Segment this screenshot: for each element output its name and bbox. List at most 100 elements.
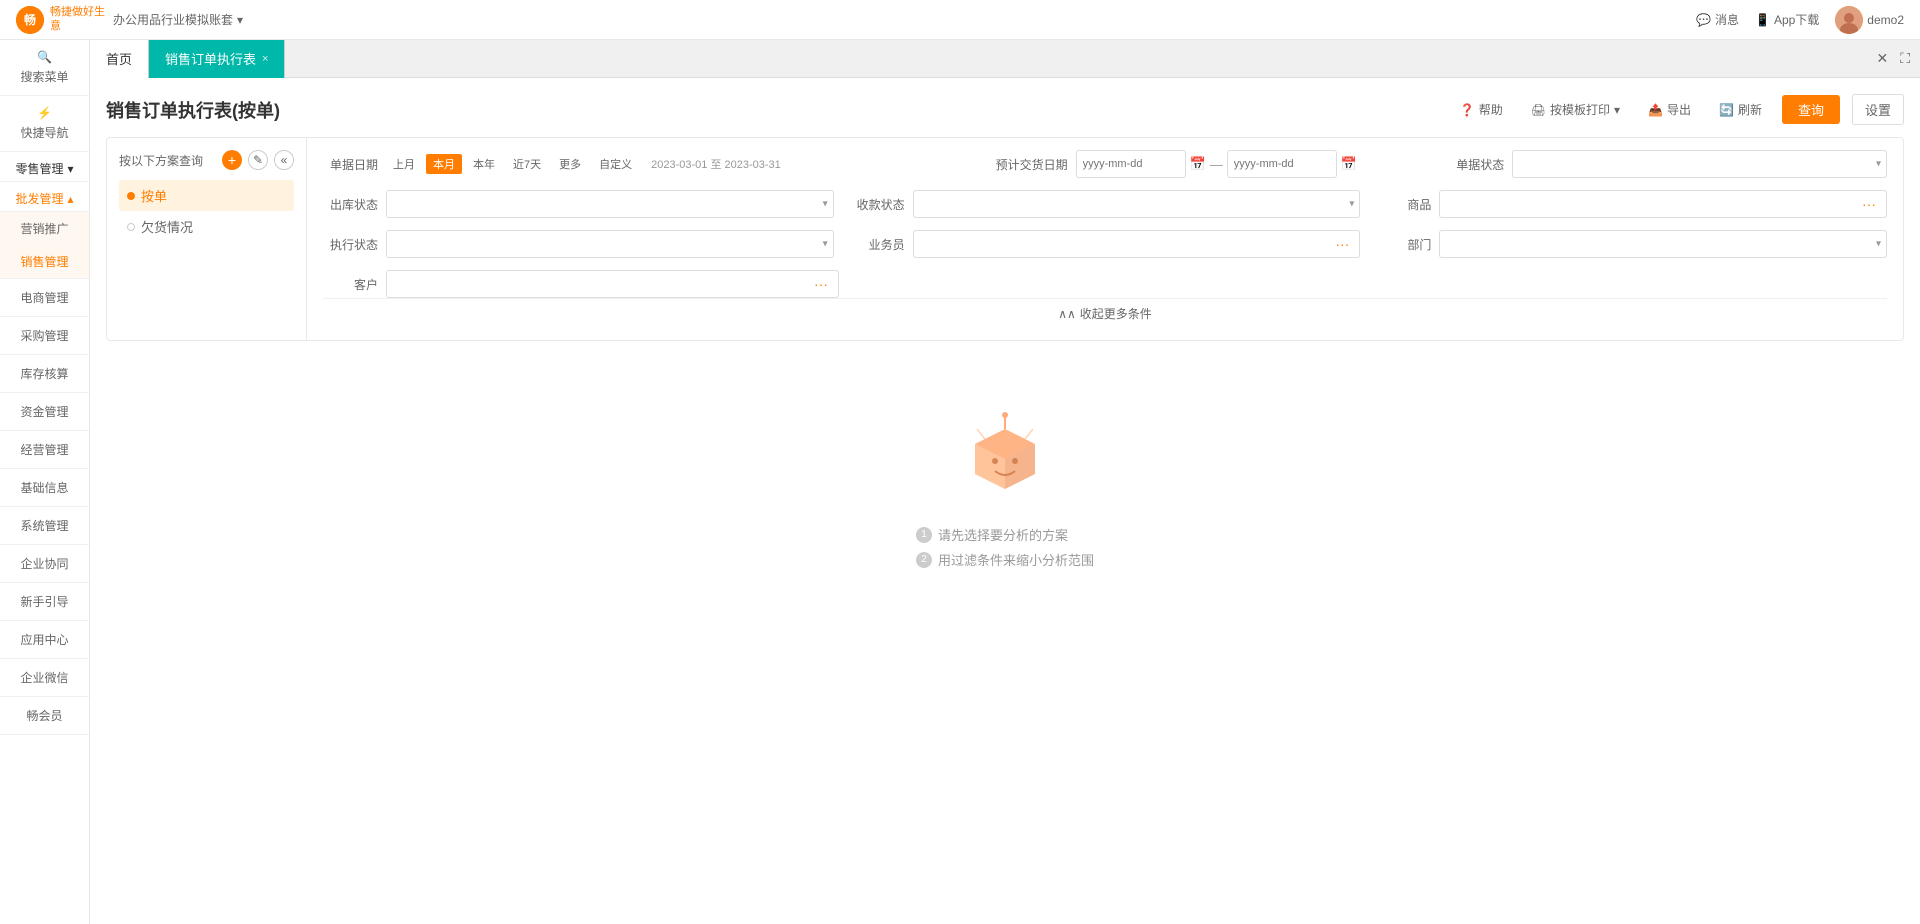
expected-date-label: 预计交货日期 bbox=[996, 156, 1068, 173]
customer-label: 客户 bbox=[323, 276, 378, 293]
settings-button[interactable]: 设置 bbox=[1852, 94, 1904, 125]
out-status-label: 出库状态 bbox=[323, 196, 378, 213]
export-button[interactable]: 📤 导出 bbox=[1640, 97, 1699, 122]
goods-label: 商品 bbox=[1376, 196, 1431, 213]
tab-controls: ✕ ⛶ bbox=[1874, 48, 1920, 69]
payment-status-display[interactable] bbox=[913, 190, 1361, 218]
user-avatar[interactable]: demo2 bbox=[1835, 6, 1904, 34]
quicknav-icon: ⚡ bbox=[37, 106, 52, 120]
tab-bar: 首页 销售订单执行表 × ✕ ⛶ bbox=[90, 40, 1920, 78]
message-icon: 💬 bbox=[1696, 13, 1711, 27]
calendar-start-icon[interactable]: 📅 bbox=[1190, 156, 1206, 172]
customer-ellipsis-icon[interactable]: ··· bbox=[810, 276, 832, 292]
filter-panel: 按以下方案查询 + ✎ « 按单 欠货情况 bbox=[106, 137, 1904, 341]
header-right: 💬 消息 📱 App下载 demo2 bbox=[1696, 6, 1904, 34]
app-download-button[interactable]: 📱 App下载 bbox=[1755, 11, 1819, 28]
exec-status-select[interactable]: ▾ bbox=[386, 230, 834, 258]
salesperson-label: 业务员 bbox=[850, 236, 905, 253]
filter-nav-item-shortage[interactable]: 欠货情况 bbox=[119, 211, 294, 242]
filter-edit-button[interactable]: ✎ bbox=[248, 150, 268, 170]
print-dropdown-icon: ▾ bbox=[1614, 103, 1620, 117]
breadcrumb-arrow-icon[interactable]: ▾ bbox=[237, 13, 243, 27]
filter-row-4: 客户 ··· bbox=[323, 270, 1887, 298]
sidebar-item-operations[interactable]: 经营管理 bbox=[0, 431, 89, 469]
date-tag-last-month[interactable]: 上月 bbox=[386, 154, 422, 174]
filter-right: 单据日期 上月 本月 本年 近7天 更多 自定义 2023-03-01 至 20… bbox=[307, 138, 1903, 340]
content-area: 首页 销售订单执行表 × ✕ ⛶ 销售订单执行表(按单) ❓ 帮助 bbox=[90, 40, 1920, 924]
salesperson-ellipsis-icon[interactable]: ··· bbox=[1331, 236, 1353, 252]
filter-field-exec-status: 执行状态 ▾ bbox=[323, 230, 834, 258]
sidebar-item-apps[interactable]: 应用中心 bbox=[0, 621, 89, 659]
date-tag-custom[interactable]: 自定义 bbox=[592, 154, 639, 174]
payment-status-select[interactable]: ▾ bbox=[913, 190, 1361, 218]
refresh-icon: 🔄 bbox=[1719, 103, 1734, 117]
sidebar-sub-wholesale: 营销推广 销售管理 bbox=[0, 212, 89, 279]
sidebar-item-quicknav[interactable]: ⚡ 快捷导航 bbox=[0, 96, 89, 152]
help-button[interactable]: ❓ 帮助 bbox=[1452, 97, 1511, 122]
sidebar-item-ecommerce[interactable]: 电商管理 bbox=[0, 279, 89, 317]
sidebar-sub-item-sales[interactable]: 销售管理 bbox=[0, 245, 89, 278]
date-tag-this-month[interactable]: 本月 bbox=[426, 154, 462, 174]
tab-close-window-icon[interactable]: ✕ bbox=[1874, 48, 1890, 69]
customer-input[interactable]: ··· bbox=[386, 270, 839, 298]
filter-row-3: 执行状态 ▾ 业务员 ··· bbox=[323, 230, 1887, 258]
calendar-end-icon[interactable]: 📅 bbox=[1341, 156, 1357, 172]
goods-ellipsis-icon[interactable]: ··· bbox=[1858, 196, 1880, 212]
date-tag-more[interactable]: 更多 bbox=[552, 154, 588, 174]
sidebar-item-basic[interactable]: 基础信息 bbox=[0, 469, 89, 507]
out-status-display[interactable] bbox=[386, 190, 834, 218]
filter-add-button[interactable]: + bbox=[222, 150, 242, 170]
exec-status-display[interactable] bbox=[386, 230, 834, 258]
filter-field-out-status: 出库状态 ▾ bbox=[323, 190, 834, 218]
header-left: 畅 畅捷做好生意 办公用品行业模拟账套 ▾ bbox=[16, 6, 243, 34]
sidebar-item-inventory[interactable]: 库存核算 bbox=[0, 355, 89, 393]
empty-tip-2: 2 用过滤条件来缩小分析范围 bbox=[916, 550, 1094, 569]
filter-field-goods: 商品 ··· bbox=[1376, 190, 1887, 218]
sidebar-item-enterprise[interactable]: 企业协同 bbox=[0, 545, 89, 583]
tab-sales-exec[interactable]: 销售订单执行表 × bbox=[149, 40, 285, 78]
logo-area: 畅 畅捷做好生意 bbox=[16, 6, 105, 34]
expected-date-end-input[interactable] bbox=[1227, 150, 1337, 178]
refresh-button[interactable]: 🔄 刷新 bbox=[1711, 97, 1770, 122]
tab-maximize-icon[interactable]: ⛶ bbox=[1898, 48, 1912, 69]
sidebar-item-retail[interactable]: 零售管理 ▾ bbox=[0, 152, 89, 182]
salesperson-input[interactable]: ··· bbox=[913, 230, 1361, 258]
tab-home[interactable]: 首页 bbox=[90, 40, 149, 78]
date-tag-7days[interactable]: 近7天 bbox=[506, 154, 548, 174]
sidebar-item-finance[interactable]: 资金管理 bbox=[0, 393, 89, 431]
doc-status-select[interactable]: ▾ bbox=[1512, 150, 1887, 178]
breadcrumb: 办公用品行业模拟账套 ▾ bbox=[113, 11, 243, 28]
date-tag-this-year[interactable]: 本年 bbox=[466, 154, 502, 174]
sidebar-item-search[interactable]: 🔍 搜索菜单 bbox=[0, 40, 89, 96]
collapse-up-icon: ∧∧ bbox=[1058, 307, 1076, 321]
sidebar-item-vip[interactable]: 畅会员 bbox=[0, 697, 89, 735]
sidebar-sub-item-marketing[interactable]: 营销推广 bbox=[0, 212, 89, 245]
expected-date-start-input[interactable] bbox=[1076, 150, 1186, 178]
collapse-bar[interactable]: ∧∧ 收起更多条件 bbox=[323, 298, 1887, 328]
dept-select[interactable]: ▾ bbox=[1439, 230, 1887, 258]
sidebar-item-wechat[interactable]: 企业微信 bbox=[0, 659, 89, 697]
filter-collapse-button[interactable]: « bbox=[274, 150, 294, 170]
tab-home-label: 首页 bbox=[106, 49, 132, 68]
sidebar-item-wholesale[interactable]: 批发管理 ▴ bbox=[0, 182, 89, 212]
page-actions: ❓ 帮助 🖨 按模板打印 ▾ 📤 导出 🔄 刷新 bbox=[1452, 94, 1904, 125]
search-icon: 🔍 bbox=[37, 50, 52, 64]
goods-input[interactable]: ··· bbox=[1439, 190, 1887, 218]
filter-row-2: 出库状态 ▾ 收款状态 ▾ bbox=[323, 190, 1887, 218]
dept-display[interactable] bbox=[1439, 230, 1887, 258]
out-status-select[interactable]: ▾ bbox=[386, 190, 834, 218]
doc-status-label: 单据状态 bbox=[1449, 156, 1504, 173]
dept-arrow-icon: ▾ bbox=[1876, 239, 1881, 250]
message-button[interactable]: 💬 消息 bbox=[1696, 11, 1739, 28]
sidebar-item-newbie[interactable]: 新手引导 bbox=[0, 583, 89, 621]
empty-tips: 1 请先选择要分析的方案 2 用过滤条件来缩小分析范围 bbox=[916, 525, 1094, 569]
filter-left-title: 按以下方案查询 + ✎ « bbox=[119, 150, 294, 170]
tab-close-icon[interactable]: × bbox=[262, 53, 268, 65]
sidebar-item-system[interactable]: 系统管理 bbox=[0, 507, 89, 545]
filter-nav-item-order[interactable]: 按单 bbox=[119, 180, 294, 211]
print-button[interactable]: 🖨 按模板打印 ▾ bbox=[1523, 97, 1628, 122]
sidebar-item-purchase[interactable]: 采购管理 bbox=[0, 317, 89, 355]
help-icon: ❓ bbox=[1460, 103, 1475, 117]
query-button[interactable]: 查询 bbox=[1782, 95, 1840, 124]
doc-status-display[interactable] bbox=[1512, 150, 1887, 178]
